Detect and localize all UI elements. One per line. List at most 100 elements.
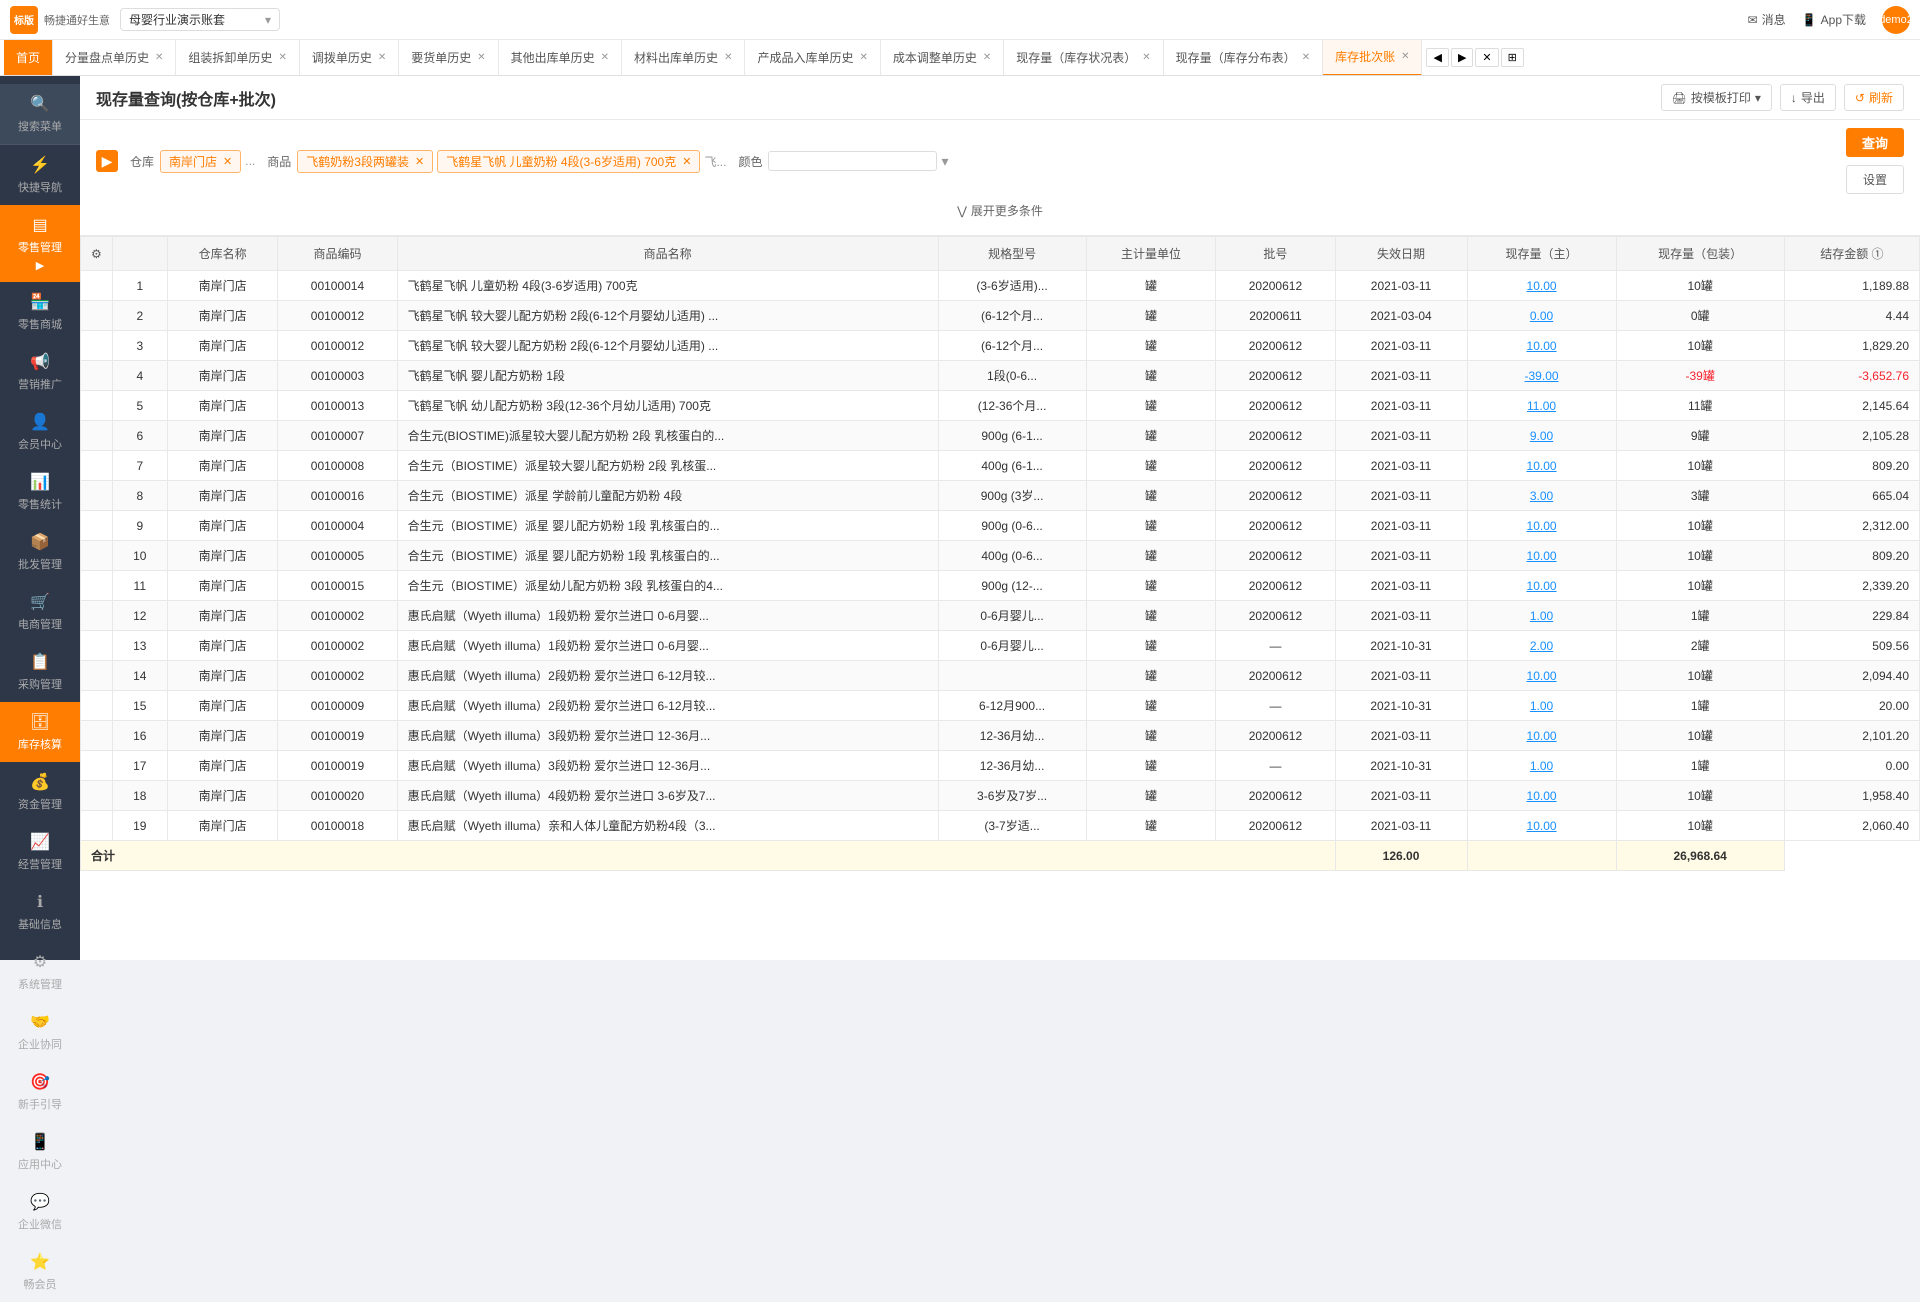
table-row: 14南岸门店00100002惠氏启赋（Wyeth illuma）2段奶粉 爱尔兰… — [81, 661, 1920, 691]
sidebar-item-operations[interactable]: 📈 经营管理 — [0, 822, 80, 882]
sidebar-item-app-center[interactable]: 📱 应用中心 — [0, 1122, 80, 1182]
filter-expand-arrow[interactable]: ▶ — [96, 150, 118, 172]
tab-material-outbound[interactable]: 材料出库单历史 ✕ — [622, 40, 745, 76]
tab-stock-distribution[interactable]: 现存量（库存分布表） ✕ — [1164, 40, 1323, 76]
tabs-menu-btn[interactable]: ⊞ — [1501, 48, 1524, 67]
tabs-prev-btn[interactable]: ◀ — [1426, 48, 1448, 67]
sidebar-item-ecommerce[interactable]: 🛒 电商管理 — [0, 582, 80, 642]
retail-management-icon: ▤ — [32, 215, 47, 235]
tab-transfer[interactable]: 调拨单历史 ✕ — [300, 40, 399, 76]
warehouse-tag-remove-0[interactable]: ✕ — [223, 155, 232, 168]
marketing-icon: 📢 — [30, 352, 50, 372]
sidebar-item-retail-management[interactable]: ▤ 零售管理 ▶ — [0, 205, 80, 282]
sidebar-search[interactable]: 🔍 搜索菜单 — [0, 84, 80, 145]
table-row: 12南岸门店00100002惠氏启赋（Wyeth illuma）1段奶粉 爱尔兰… — [81, 601, 1920, 631]
tab-stock-status[interactable]: 现存量（库存状况表） ✕ — [1004, 40, 1163, 76]
table-row: 19南岸门店00100018惠氏启赋（Wyeth illuma）亲和人体儿童配方… — [81, 811, 1920, 841]
tabs-close-btn[interactable]: ✕ — [1475, 48, 1498, 67]
sidebar-item-membership[interactable]: ⭐ 畅会员 — [0, 1242, 80, 1302]
close-tab-other-outbound[interactable]: ✕ — [601, 52, 609, 63]
enterprise-coop-icon: 🤝 — [30, 1012, 50, 1032]
tabs-navigation: ◀ ▶ ✕ ⊞ — [1426, 48, 1523, 67]
table-container[interactable]: ⚙ 仓库名称 商品编码 商品名称 规格型号 主计量单位 批号 失效日期 现存量（… — [80, 236, 1920, 960]
color-selector: ▾ — [768, 151, 948, 171]
system-icon: ⚙ — [33, 952, 47, 972]
tabs-next-btn[interactable]: ▶ — [1451, 48, 1473, 67]
warehouse-audit-icon: 🗄 — [30, 712, 50, 732]
purchase-icon: 📋 — [30, 652, 50, 672]
footer-balance-total: 26,968.64 — [1616, 841, 1784, 871]
color-filter: 颜色 ▾ — [738, 151, 948, 171]
sidebar-item-enterprise-wechat[interactable]: 💬 企业微信 — [0, 1182, 80, 1242]
tab-split-inventory[interactable]: 分量盘点单历史 ✕ — [53, 40, 176, 76]
warehouse-filter: 仓库 南岸门店 ✕ ... — [130, 150, 255, 173]
color-expand-icon[interactable]: ▾ — [941, 153, 948, 170]
product-filter-label: 商品 — [267, 153, 291, 170]
export-btn[interactable]: ↓ 导出 — [1780, 84, 1836, 111]
close-tab-stock-status[interactable]: ✕ — [1142, 52, 1150, 63]
refresh-btn[interactable]: ↺ 刷新 — [1844, 84, 1904, 111]
table-row: 17南岸门店00100019惠氏启赋（Wyeth illuma）3段奶粉 爱尔兰… — [81, 751, 1920, 781]
workspace-selector[interactable]: 母婴行业演示账套 ▾ — [120, 8, 280, 31]
tab-assembly[interactable]: 组装拆卸单历史 ✕ — [176, 40, 299, 76]
sidebar-item-enterprise-coop[interactable]: 🤝 企业协同 — [0, 1002, 80, 1062]
sidebar-item-purchase[interactable]: 📋 采购管理 — [0, 642, 80, 702]
tab-warehouse-batch[interactable]: 库存批次账 ✕ — [1323, 40, 1422, 76]
sidebar-item-retail-stats[interactable]: 📊 零售统计 — [0, 462, 80, 522]
footer-stock-total: 126.00 — [1335, 841, 1467, 871]
close-tab-assembly[interactable]: ✕ — [278, 52, 286, 63]
tab-home[interactable]: 首页 — [4, 40, 53, 76]
sidebar-quick-nav[interactable]: ⚡ 快捷导航 — [0, 145, 80, 205]
warehouse-tags: 南岸门店 ✕ ... — [160, 150, 255, 173]
tab-other-outbound[interactable]: 其他出库单历史 ✕ — [499, 40, 622, 76]
close-tab-material-outbound[interactable]: ✕ — [724, 52, 732, 63]
sidebar-item-basic-info[interactable]: ℹ 基础信息 — [0, 882, 80, 942]
logo-area: 标版 畅捷通好生意 — [10, 6, 110, 34]
app-download-btn[interactable]: 📱 App下载 — [1802, 11, 1866, 28]
tab-cost-adjustment[interactable]: 成本调整单历史 ✕ — [881, 40, 1004, 76]
tab-requisition[interactable]: 要货单历史 ✕ — [399, 40, 498, 76]
sidebar-item-warehouse-audit[interactable]: 🗄 库存核算 — [0, 702, 80, 762]
setting-btn[interactable]: 设置 — [1846, 165, 1904, 194]
messages-btn[interactable]: ✉ 消息 — [1748, 11, 1786, 28]
sidebar-item-marketing[interactable]: 📢 营销推广 — [0, 342, 80, 402]
product-more[interactable]: 飞... — [704, 153, 726, 170]
close-tab-requisition[interactable]: ✕ — [477, 52, 485, 63]
expand-icon: ▶ — [36, 259, 44, 272]
finance-icon: 💰 — [30, 772, 50, 792]
sidebar-item-retail-mall[interactable]: 🏪 零售商城 — [0, 282, 80, 342]
product-tag-1[interactable]: 飞鹤星飞帆 儿童奶粉 4段(3-6岁适用) 700克 ✕ — [437, 150, 700, 173]
basic-info-icon: ℹ — [37, 892, 43, 912]
product-tag-remove-1[interactable]: ✕ — [682, 155, 691, 168]
user-menu[interactable]: demo2 — [1882, 6, 1910, 34]
workspace-arrow-icon: ▾ — [265, 13, 271, 27]
sidebar-item-new-guide[interactable]: 🎯 新手引导 — [0, 1062, 80, 1122]
warehouse-more[interactable]: ... — [245, 154, 255, 168]
sidebar-item-wholesale[interactable]: 📦 批发管理 — [0, 522, 80, 582]
close-tab-transfer[interactable]: ✕ — [378, 52, 386, 63]
close-tab-cost-adjustment[interactable]: ✕ — [983, 52, 991, 63]
print-btn[interactable]: 🖨 按模板打印 ▾ — [1661, 84, 1772, 111]
th-no — [112, 237, 167, 271]
retail-mall-icon: 🏪 — [30, 292, 50, 312]
product-tag-0[interactable]: 飞鹤奶粉3段两罐装 ✕ — [297, 150, 433, 173]
close-tab-split-inventory[interactable]: ✕ — [155, 52, 163, 63]
close-tab-stock-distribution[interactable]: ✕ — [1302, 52, 1310, 63]
warehouse-tag-0[interactable]: 南岸门店 ✕ — [160, 150, 241, 173]
sidebar-item-system[interactable]: ⚙ 系统管理 — [0, 942, 80, 1002]
close-tab-warehouse-batch[interactable]: ✕ — [1401, 51, 1409, 62]
sidebar-item-finance[interactable]: 💰 资金管理 — [0, 762, 80, 822]
query-btn[interactable]: 查询 — [1846, 128, 1904, 157]
sidebar-item-member-center[interactable]: 👤 会员中心 — [0, 402, 80, 462]
color-input[interactable] — [768, 151, 937, 171]
th-gear[interactable]: ⚙ — [81, 237, 113, 271]
content-area: 现存量查询(按仓库+批次) 🖨 按模板打印 ▾ ↓ 导出 ↺ 刷新 — [80, 76, 1920, 960]
close-tab-finished-inbound[interactable]: ✕ — [859, 52, 867, 63]
tab-finished-inbound[interactable]: 产成品入库单历史 ✕ — [745, 40, 880, 76]
expand-conditions-btn[interactable]: ⋁ 展开更多条件 — [953, 198, 1047, 223]
filter-row-main: ▶ 仓库 南岸门店 ✕ ... 商品 — [96, 128, 1904, 194]
table-row: 3南岸门店00100012飞鹤星飞帆 较大婴儿配方奶粉 2段(6-12个月婴幼儿… — [81, 331, 1920, 361]
table-row: 10南岸门店00100005合生元（BIOSTIME）派星 婴儿配方奶粉 1段 … — [81, 541, 1920, 571]
filter-area: ▶ 仓库 南岸门店 ✕ ... 商品 — [80, 120, 1920, 236]
product-tag-remove-0[interactable]: ✕ — [415, 155, 424, 168]
